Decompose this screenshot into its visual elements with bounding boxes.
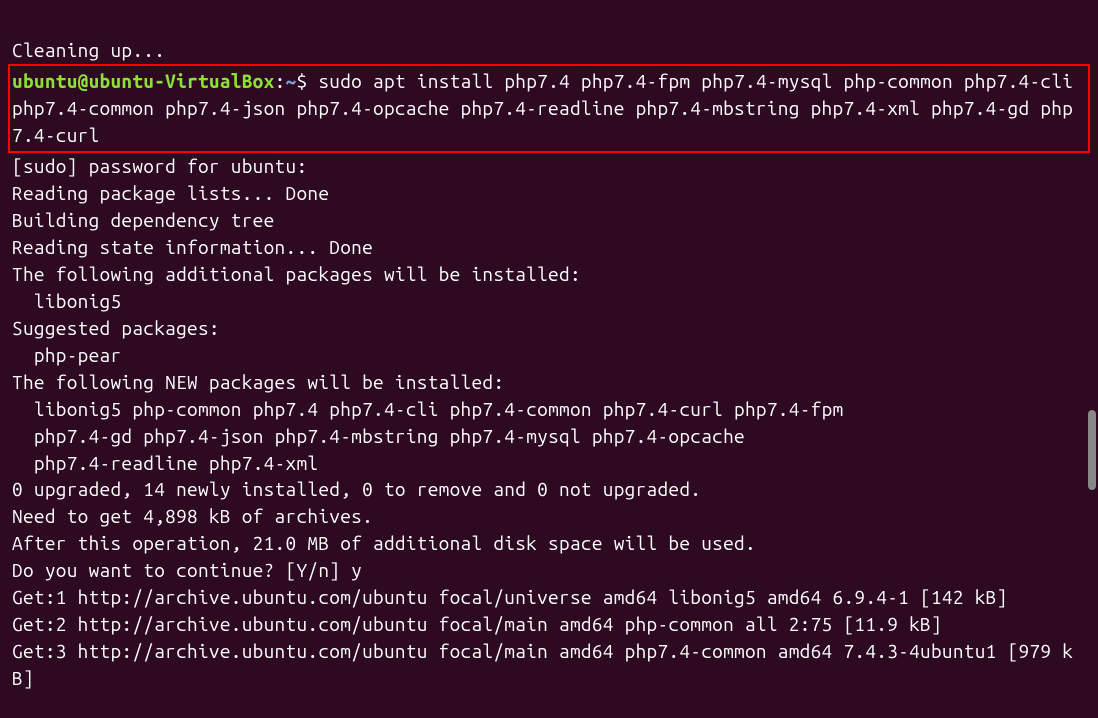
output-line: php7.4-readline php7.4-xml <box>12 452 318 474</box>
output-line: Get:2 http://archive.ubuntu.com/ubuntu f… <box>12 613 942 635</box>
output-line: Building dependency tree <box>12 209 275 231</box>
output-line: php7.4-gd php7.4-json php7.4-mbstring ph… <box>12 425 745 447</box>
output-line: [sudo] password for ubuntu: <box>12 155 307 177</box>
output-line: Suggested packages: <box>12 317 220 339</box>
prompt-path: ~ <box>286 70 297 92</box>
scrollbar-thumb[interactable] <box>1088 410 1096 490</box>
highlighted-command-box: ubuntu@ubuntu-VirtualBox:~$ sudo apt ins… <box>8 64 1090 153</box>
output-line: php-pear <box>12 344 121 366</box>
output-line: Get:1 http://archive.ubuntu.com/ubuntu f… <box>12 586 1008 608</box>
output-line: 0 upgraded, 14 newly installed, 0 to rem… <box>12 478 701 500</box>
prompt-dollar: $ <box>296 70 307 92</box>
output-line: Reading state information... Done <box>12 236 373 258</box>
output-line: The following additional packages will b… <box>12 263 581 285</box>
output-line: After this operation, 21.0 MB of additio… <box>12 532 756 554</box>
prompt-colon: : <box>275 70 286 92</box>
output-line: libonig5 php-common php7.4 php7.4-cli ph… <box>12 398 843 420</box>
output-line: Do you want to continue? [Y/n] y <box>12 559 362 581</box>
output-line: Cleaning up... <box>12 39 165 61</box>
prompt-user: ubuntu@ubuntu-VirtualBox <box>12 70 275 92</box>
output-line: Get:3 http://archive.ubuntu.com/ubuntu f… <box>12 640 1073 689</box>
output-line: Need to get 4,898 kB of archives. <box>12 505 373 527</box>
output-line: Reading package lists... Done <box>12 182 329 204</box>
scrollbar[interactable] <box>1086 0 1096 718</box>
output-line: libonig5 <box>12 290 121 312</box>
output-line: The following NEW packages will be insta… <box>12 371 504 393</box>
terminal-output[interactable]: Cleaning up... ubuntu@ubuntu-VirtualBox:… <box>12 10 1086 692</box>
